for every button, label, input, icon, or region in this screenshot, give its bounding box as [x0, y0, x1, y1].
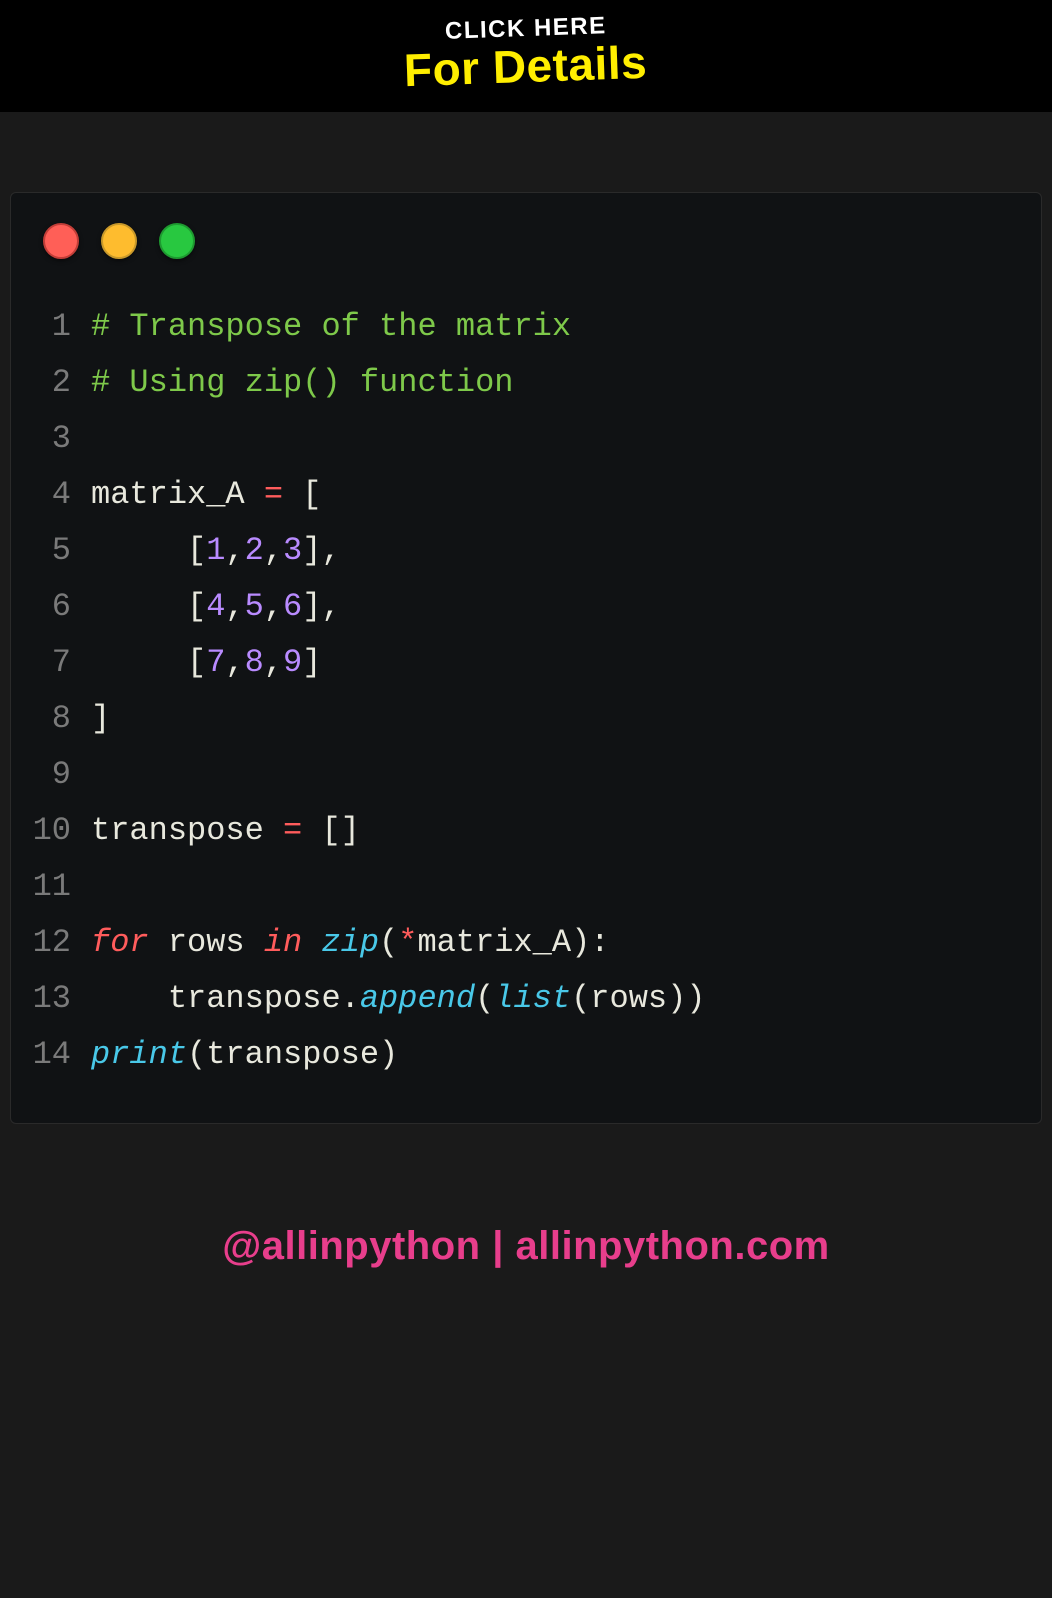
line-content: [7,8,9]: [91, 635, 321, 691]
line-content: [1,2,3],: [91, 523, 341, 579]
footer-handle: @allinpython | allinpython.com: [222, 1224, 829, 1268]
code-line: 11: [31, 859, 1021, 915]
line-number: 12: [31, 915, 91, 971]
line-number: 13: [31, 971, 91, 1027]
line-number: 4: [31, 467, 91, 523]
code-line: 8]: [31, 691, 1021, 747]
footer: @allinpython | allinpython.com: [0, 1124, 1052, 1269]
code-line: 7 [7,8,9]: [31, 635, 1021, 691]
line-content: print(transpose): [91, 1027, 398, 1083]
line-number: 11: [31, 859, 91, 915]
line-content: # Transpose of the matrix: [91, 299, 571, 355]
banner-for-details: For Details: [403, 35, 648, 97]
close-icon: [43, 223, 79, 259]
line-number: 14: [31, 1027, 91, 1083]
code-line: 10transpose = []: [31, 803, 1021, 859]
code-line: 4matrix_A = [: [31, 467, 1021, 523]
line-number: 5: [31, 523, 91, 579]
code-line: 12for rows in zip(*matrix_A):: [31, 915, 1021, 971]
code-line: 13 transpose.append(list(rows)): [31, 971, 1021, 1027]
code-window: 1# Transpose of the matrix2# Using zip()…: [10, 192, 1042, 1124]
code-line: 9: [31, 747, 1021, 803]
line-content: # Using zip() function: [91, 355, 513, 411]
line-number: 2: [31, 355, 91, 411]
spacer: [0, 112, 1052, 192]
code-line: 2# Using zip() function: [31, 355, 1021, 411]
line-number: 6: [31, 579, 91, 635]
code-line: 3: [31, 411, 1021, 467]
minimize-icon: [101, 223, 137, 259]
line-number: 9: [31, 747, 91, 803]
maximize-icon: [159, 223, 195, 259]
line-content: for rows in zip(*matrix_A):: [91, 915, 609, 971]
line-content: transpose.append(list(rows)): [91, 971, 706, 1027]
line-number: 7: [31, 635, 91, 691]
traffic-lights: [43, 223, 1021, 259]
line-number: 3: [31, 411, 91, 467]
line-content: ]: [91, 691, 110, 747]
code-line: 1# Transpose of the matrix: [31, 299, 1021, 355]
line-content: [4,5,6],: [91, 579, 341, 635]
banner[interactable]: CLICK HERE For Details: [0, 0, 1052, 112]
code-body: 1# Transpose of the matrix2# Using zip()…: [31, 299, 1021, 1083]
code-line: 6 [4,5,6],: [31, 579, 1021, 635]
line-content: transpose = []: [91, 803, 360, 859]
line-number: 1: [31, 299, 91, 355]
code-line: 14print(transpose): [31, 1027, 1021, 1083]
code-line: 5 [1,2,3],: [31, 523, 1021, 579]
line-number: 10: [31, 803, 91, 859]
line-content: matrix_A = [: [91, 467, 321, 523]
line-number: 8: [31, 691, 91, 747]
